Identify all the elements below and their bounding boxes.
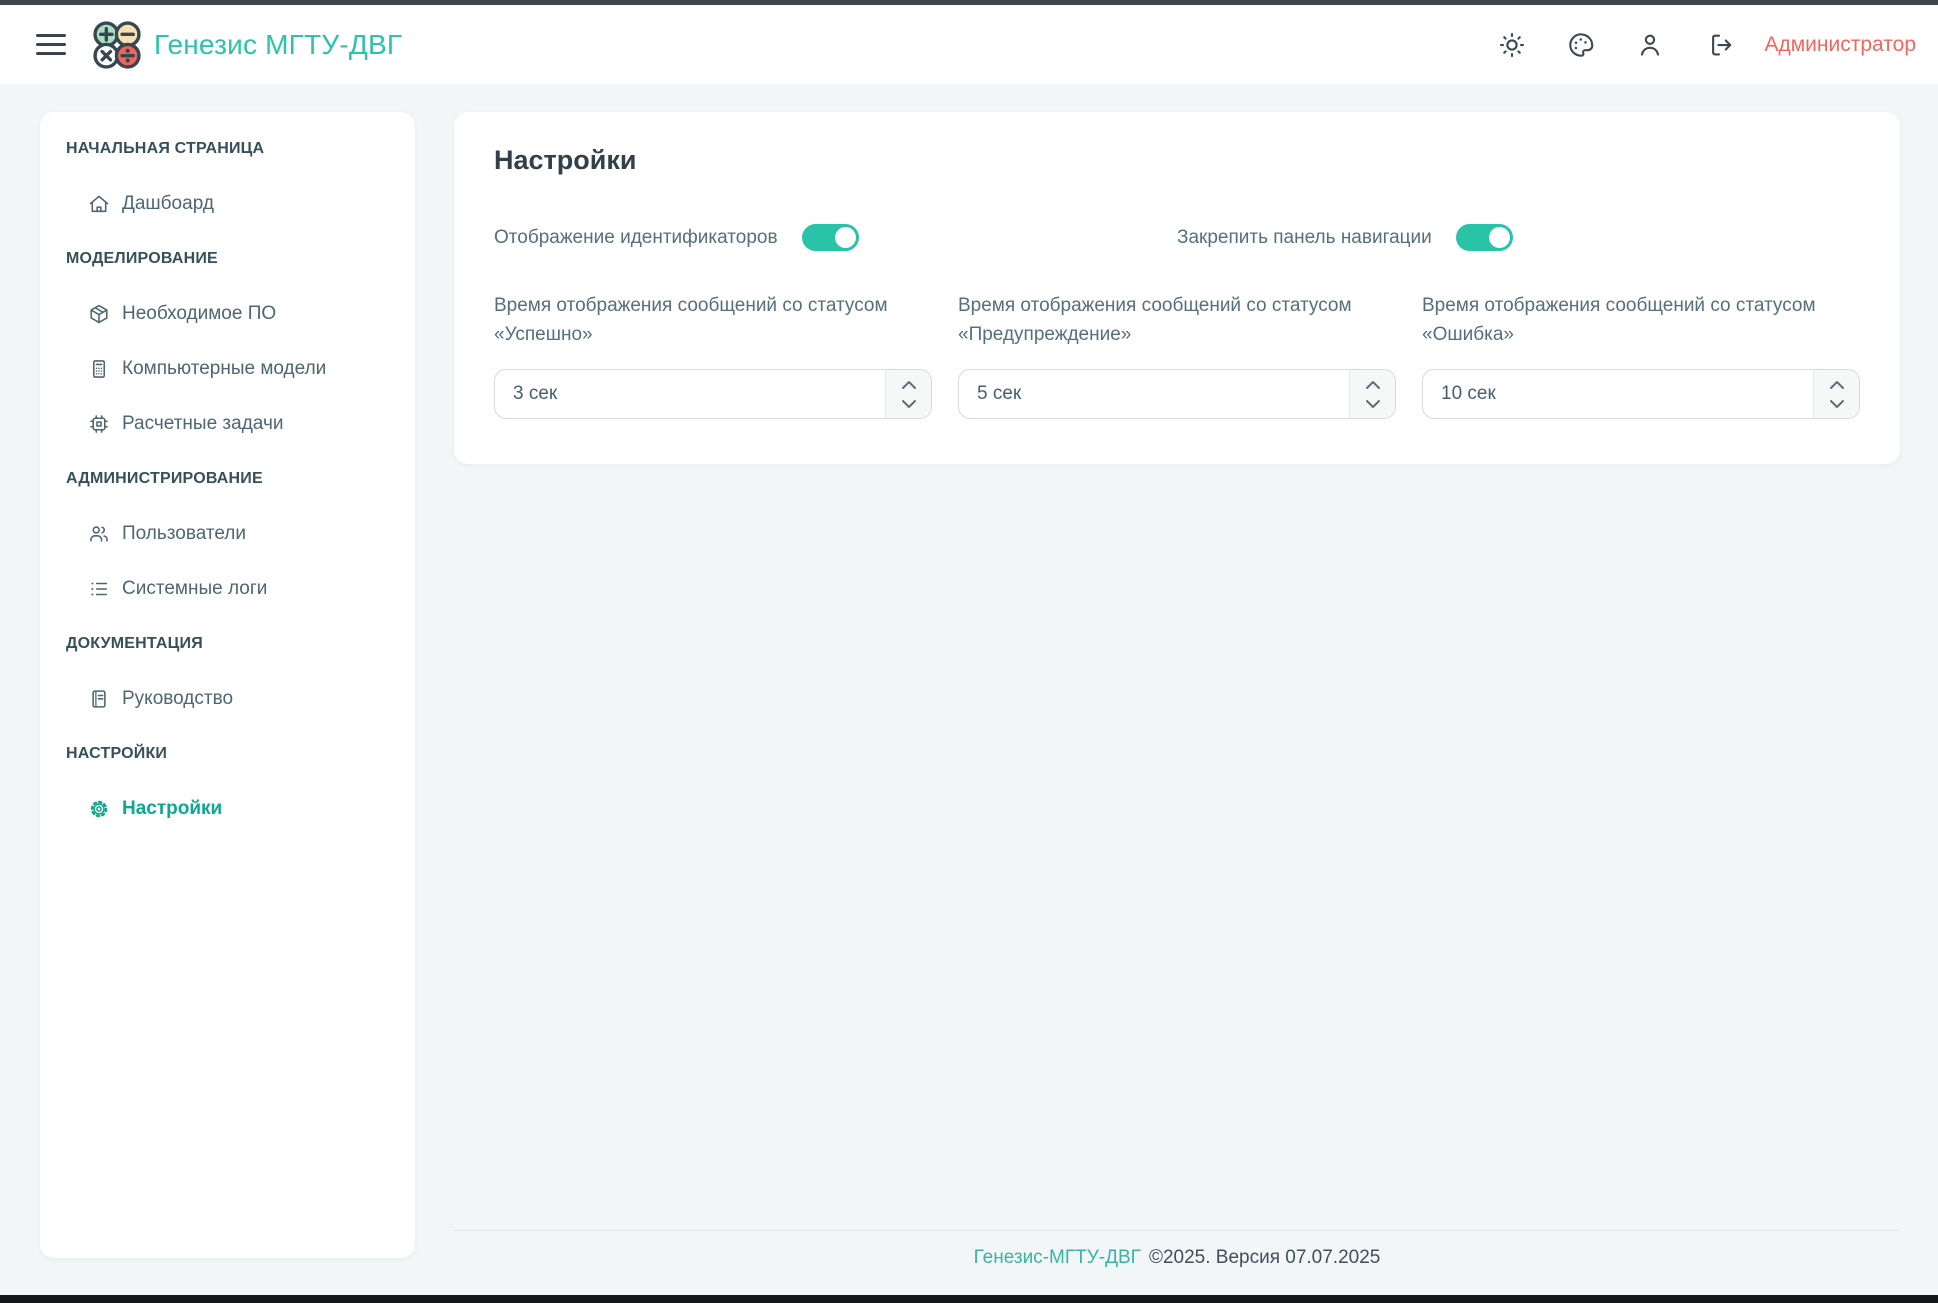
toggle-group-identifiers: Отображение идентификаторов <box>494 224 1177 251</box>
sidebar-section-administration: АДМИНИСТРИРОВАНИЕ <box>66 469 263 487</box>
stepper-up-button[interactable] <box>1363 379 1383 391</box>
toggles-row: Отображение идентификаторов Закрепить па… <box>494 224 1860 251</box>
success-duration-input[interactable] <box>495 370 931 418</box>
sidebar-section-documentation: ДОКУМЕНТАЦИЯ <box>66 634 203 652</box>
sidebar-item-models[interactable]: Компьютерные модели <box>40 341 415 396</box>
field-label: Время отображения сообщений со статусом … <box>1422 295 1816 345</box>
field-label: Время отображения сообщений со статусом … <box>958 295 1352 345</box>
menu-icon <box>36 34 66 37</box>
field-success-duration: Время отображения сообщений со статусом … <box>494 291 932 419</box>
settings-card: Настройки Отображение идентификаторов За… <box>454 112 1900 464</box>
stepper-down-button[interactable] <box>899 398 919 410</box>
stepper <box>1813 370 1859 418</box>
sidebar-item-label: Пользователи <box>122 522 247 544</box>
warning-duration-input[interactable] <box>959 370 1395 418</box>
theme-toggle-button[interactable] <box>1496 29 1528 61</box>
logout-icon <box>1704 30 1734 60</box>
sun-icon <box>1497 30 1527 60</box>
stepper-up-button[interactable] <box>1827 379 1847 391</box>
app-header: Генезис МГТУ-ДВГ Администратор <box>0 5 1938 84</box>
sidebar-item-label: Необходимое ПО <box>122 302 277 324</box>
error-duration-input-wrap <box>1422 369 1860 419</box>
footer-brand-link[interactable]: Генезис-МГТУ-ДВГ <box>974 1247 1141 1269</box>
book-icon <box>88 688 110 710</box>
pin-nav-toggle[interactable] <box>1455 224 1513 251</box>
chevron-down-icon <box>1829 399 1845 409</box>
sidebar-item-logs[interactable]: Системные логи <box>40 561 415 616</box>
package-icon <box>88 303 110 325</box>
sidebar: НАЧАЛЬНАЯ СТРАНИЦА Дашбоард МОДЕЛИРОВАНИ… <box>40 112 415 1258</box>
chevron-up-icon <box>901 380 917 390</box>
sidebar-item-label: Настройки <box>122 797 223 819</box>
home-icon <box>88 193 110 215</box>
sidebar-item-settings[interactable]: Настройки <box>40 781 415 836</box>
logout-button[interactable] <box>1703 29 1735 61</box>
page-layout: НАЧАЛЬНАЯ СТРАНИЦА Дашбоард МОДЕЛИРОВАНИ… <box>0 84 1938 1295</box>
sidebar-section-modeling: МОДЕЛИРОВАНИЕ <box>66 249 218 267</box>
palette-button[interactable] <box>1565 29 1597 61</box>
stepper-down-button[interactable] <box>1827 398 1847 410</box>
brand-title[interactable]: Генезис МГТУ-ДВГ <box>154 29 402 61</box>
sidebar-item-tasks[interactable]: Расчетные задачи <box>40 396 415 451</box>
cpu-icon <box>88 413 110 435</box>
user-icon <box>1635 30 1665 60</box>
sidebar-item-label: Расчетные задачи <box>122 412 284 434</box>
chevron-down-icon <box>901 399 917 409</box>
gear-icon <box>88 798 110 820</box>
chevron-up-icon <box>1365 380 1381 390</box>
display-ids-toggle[interactable] <box>801 224 859 251</box>
palette-icon <box>1566 30 1596 60</box>
stepper-down-button[interactable] <box>1363 398 1383 410</box>
sidebar-item-label: Руководство <box>122 687 234 709</box>
error-duration-input[interactable] <box>1423 370 1859 418</box>
field-label: Время отображения сообщений со статусом … <box>494 295 888 345</box>
stepper <box>885 370 931 418</box>
sidebar-item-label: Компьютерные модели <box>122 357 327 379</box>
sidebar-item-users[interactable]: Пользователи <box>40 506 415 561</box>
users-icon <box>88 523 110 545</box>
sidebar-item-software[interactable]: Необходимое ПО <box>40 286 415 341</box>
chevron-down-icon <box>1365 399 1381 409</box>
user-role-label[interactable]: Администратор <box>1764 33 1916 57</box>
toggle-label: Отображение идентификаторов <box>494 226 778 248</box>
footer-copyright: ©2025. Версия 07.07.2025 <box>1148 1247 1381 1268</box>
sidebar-item-label: Дашбоард <box>122 192 214 214</box>
fields-row: Время отображения сообщений со статусом … <box>494 291 1860 419</box>
calculator-icon <box>88 358 110 380</box>
warning-duration-input-wrap <box>958 369 1396 419</box>
sidebar-item-manual[interactable]: Руководство <box>40 671 415 726</box>
main-column: Настройки Отображение идентификаторов За… <box>454 112 1900 1295</box>
stepper-up-button[interactable] <box>899 379 919 391</box>
stepper <box>1349 370 1395 418</box>
sidebar-item-dashboard[interactable]: Дашбоард <box>40 176 415 231</box>
sidebar-item-label: Системные логи <box>122 577 268 599</box>
toggle-label: Закрепить панель навигации <box>1177 226 1432 248</box>
page-footer: Генезис-МГТУ-ДВГ ©2025. Версия 07.07.202… <box>454 1230 1900 1295</box>
profile-button[interactable] <box>1634 29 1666 61</box>
sidebar-section-home: НАЧАЛЬНАЯ СТРАНИЦА <box>66 139 265 157</box>
list-icon <box>88 578 110 600</box>
sidebar-section-settings: НАСТРОЙКИ <box>66 744 168 762</box>
page-title: Настройки <box>494 145 637 175</box>
toggle-group-pin-nav: Закрепить панель навигации <box>1177 224 1860 251</box>
chevron-up-icon <box>1829 380 1845 390</box>
success-duration-input-wrap <box>494 369 932 419</box>
menu-button[interactable] <box>36 30 70 60</box>
field-warning-duration: Время отображения сообщений со статусом … <box>958 291 1396 419</box>
header-actions: Администратор <box>1496 29 1916 61</box>
bottom-window-strip <box>0 1295 1938 1303</box>
field-error-duration: Время отображения сообщений со статусом … <box>1422 291 1860 419</box>
app-logo-icon <box>90 18 144 72</box>
